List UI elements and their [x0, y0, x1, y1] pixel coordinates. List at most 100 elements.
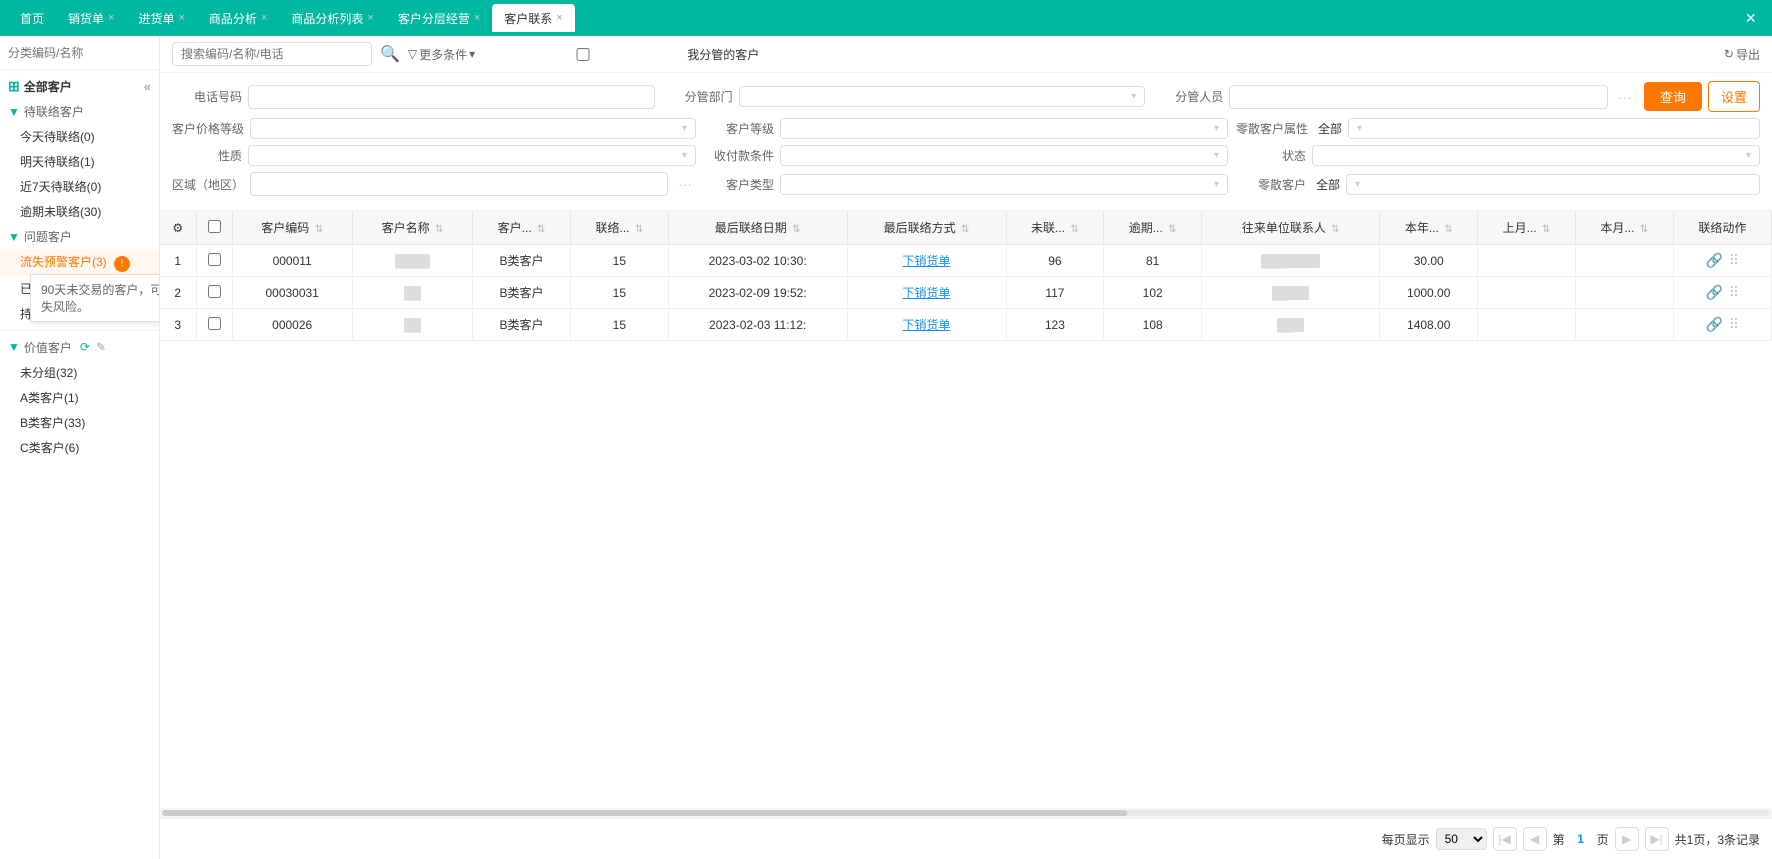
- col-name: 客户名称 ⇅: [352, 211, 472, 245]
- sidebar-item-a-class[interactable]: A类客户(1): [0, 385, 159, 410]
- tab-customer-contact[interactable]: 客户联系 ×: [492, 4, 574, 32]
- sidebar-item-today[interactable]: 今天待联络(0): [0, 124, 159, 149]
- select-all-checkbox[interactable]: [208, 220, 221, 233]
- row3-last-method[interactable]: 下销货单: [847, 309, 1006, 341]
- tab-analysis-close[interactable]: ×: [261, 12, 267, 24]
- customer-level-chevron-icon: ▾: [1214, 123, 1219, 134]
- per-page-select[interactable]: 50 10 20 100: [1436, 828, 1487, 850]
- row3-checkbox[interactable]: [196, 309, 232, 341]
- sidebar-all-customers[interactable]: ⊞ 全部客户 «: [0, 70, 159, 99]
- contact-sort-icon[interactable]: ⇅: [635, 224, 643, 235]
- row3-more-icon[interactable]: ⠿: [1729, 316, 1739, 333]
- row2-last-method[interactable]: 下销货单: [847, 277, 1006, 309]
- contacts-sort-icon[interactable]: ⇅: [1331, 224, 1339, 235]
- horizontal-scrollbar[interactable]: [160, 808, 1772, 818]
- sidebar-item-7days[interactable]: 近7天待联络(0): [0, 174, 159, 199]
- sidebar-item-c-class[interactable]: C类客户(6): [0, 435, 159, 460]
- row1-last-method[interactable]: 下销货单: [847, 245, 1006, 277]
- sidebar-item-churn-warning[interactable]: 流失预警客户(3) !: [0, 249, 159, 276]
- this-year-sort-icon[interactable]: ⇅: [1444, 224, 1452, 235]
- sidebar-group-value[interactable]: ▼ 价值客户 ⟳ ✎: [0, 335, 159, 360]
- prev-page-button[interactable]: ◀: [1523, 827, 1547, 851]
- this-month-sort-icon[interactable]: ⇅: [1640, 224, 1648, 235]
- filter-region-input[interactable]: [250, 172, 668, 196]
- filter-row-1: 电话号码 分管部门 ▾ 分管人员 ··· 查询 设置: [172, 81, 1760, 112]
- sidebar-item-b-class[interactable]: B类客户(33): [0, 410, 159, 435]
- first-page-button[interactable]: |◀: [1493, 827, 1517, 851]
- filter-zero-customer-select[interactable]: ▾: [1346, 174, 1760, 195]
- last-method-sort-icon[interactable]: ⇅: [961, 224, 969, 235]
- row1-checkbox[interactable]: [196, 245, 232, 277]
- row2-link-icon[interactable]: 🔗: [1705, 284, 1722, 301]
- name-sort-icon[interactable]: ⇅: [435, 224, 443, 235]
- sidebar-item-overdue[interactable]: 逾期未联络(30): [0, 199, 159, 224]
- row2-actions: 🔗 ⠿: [1673, 277, 1771, 309]
- person-more-icon[interactable]: ···: [1614, 89, 1636, 105]
- query-button[interactable]: 查询: [1644, 82, 1702, 111]
- filter-person-input[interactable]: [1229, 85, 1608, 109]
- row2-contacts: ██ 3...: [1202, 277, 1380, 309]
- region-more-icon[interactable]: ···: [674, 176, 696, 192]
- row1-link-icon[interactable]: 🔗: [1705, 252, 1722, 269]
- tab-customer-tier-close[interactable]: ×: [474, 12, 480, 24]
- scrollbar-track[interactable]: [162, 810, 1770, 816]
- my-customers-checkbox-label[interactable]: 我分管的客户: [483, 46, 759, 63]
- export-button[interactable]: ↻ 导出: [1724, 46, 1760, 63]
- col-checkbox[interactable]: [196, 211, 232, 245]
- filter-customer-level-select[interactable]: ▾: [780, 118, 1228, 139]
- tab-analysis-list-close[interactable]: ×: [367, 12, 373, 24]
- scrollbar-thumb[interactable]: [162, 810, 1127, 816]
- filter-payment-select[interactable]: ▾: [780, 145, 1228, 166]
- refresh-icon[interactable]: ⟳: [80, 340, 90, 354]
- filter-nature-select[interactable]: ▾: [248, 145, 696, 166]
- filter-dept-select[interactable]: ▾: [739, 86, 1146, 107]
- window-close-icon[interactable]: ×: [1737, 8, 1764, 29]
- sidebar-search-input[interactable]: [8, 46, 160, 60]
- overdue-sort-icon[interactable]: ⇅: [1168, 224, 1176, 235]
- sidebar-group-pending[interactable]: ▼ 待联络客户: [0, 99, 159, 124]
- filter-search-button[interactable]: 🔍: [380, 44, 400, 64]
- filter-phone-input[interactable]: [248, 85, 655, 109]
- tab-sales[interactable]: 销货单 ×: [56, 4, 126, 32]
- last-page-button[interactable]: ▶|: [1645, 827, 1669, 851]
- row2-unlinked: 117: [1006, 277, 1104, 309]
- tab-customer-tier[interactable]: 客户分层经营 ×: [386, 4, 492, 32]
- row2-checkbox[interactable]: [196, 277, 232, 309]
- table-wrapper: ⚙ 客户编码 ⇅ 客户名称 ⇅ 客户... ⇅: [160, 211, 1772, 808]
- row2-more-icon[interactable]: ⠿: [1729, 284, 1739, 301]
- edit-icon[interactable]: ✎: [96, 340, 106, 354]
- filter-zero-attr-select[interactable]: ▾: [1348, 118, 1760, 139]
- tab-customer-contact-close[interactable]: ×: [556, 12, 562, 24]
- tab-sales-close[interactable]: ×: [108, 12, 114, 24]
- last-date-sort-icon[interactable]: ⇅: [792, 224, 800, 235]
- tab-purchase-close[interactable]: ×: [178, 12, 184, 24]
- col-last-method: 最后联络方式 ⇅: [847, 211, 1006, 245]
- row1-more-icon[interactable]: ⠿: [1729, 252, 1739, 269]
- main-layout: 🔍 ⊞ 全部客户 « ▼ 待联络客户 今天待联络(0) 明天待联络(1) 近7天…: [0, 36, 1772, 859]
- filter-price-level: 客户价格等级 ▾: [172, 118, 696, 139]
- dept-chevron-icon: ▾: [1131, 91, 1136, 102]
- code-sort-icon[interactable]: ⇅: [315, 224, 323, 235]
- filter-status-select[interactable]: ▾: [1312, 145, 1760, 166]
- last-month-sort-icon[interactable]: ⇅: [1542, 224, 1550, 235]
- filter-customer-type-select[interactable]: ▾: [780, 174, 1228, 195]
- more-conditions-button[interactable]: ▽ 更多条件 ▾: [408, 46, 475, 63]
- sidebar-item-ungroup[interactable]: 未分组(32): [0, 360, 159, 385]
- sidebar-item-tomorrow[interactable]: 明天待联络(1): [0, 149, 159, 174]
- unlinked-sort-icon[interactable]: ⇅: [1070, 224, 1078, 235]
- type-sort-icon[interactable]: ⇅: [537, 224, 545, 235]
- search-input[interactable]: [172, 42, 372, 66]
- collapse-icon[interactable]: «: [144, 79, 151, 94]
- col-settings[interactable]: ⚙: [160, 211, 196, 245]
- tab-purchase[interactable]: 进货单 ×: [126, 4, 196, 32]
- row3-link-icon[interactable]: 🔗: [1705, 316, 1722, 333]
- filter-price-level-select[interactable]: ▾: [250, 118, 696, 139]
- row3-last-month: [1478, 309, 1576, 341]
- my-customers-checkbox[interactable]: [483, 48, 683, 61]
- tab-analysis-list[interactable]: 商品分析列表 ×: [279, 4, 385, 32]
- next-page-button[interactable]: ▶: [1615, 827, 1639, 851]
- sidebar-group-problem[interactable]: ▼ 问题客户: [0, 224, 159, 249]
- settings-button[interactable]: 设置: [1708, 81, 1760, 112]
- tab-analysis[interactable]: 商品分析 ×: [197, 4, 279, 32]
- tab-home[interactable]: 首页: [8, 4, 56, 32]
